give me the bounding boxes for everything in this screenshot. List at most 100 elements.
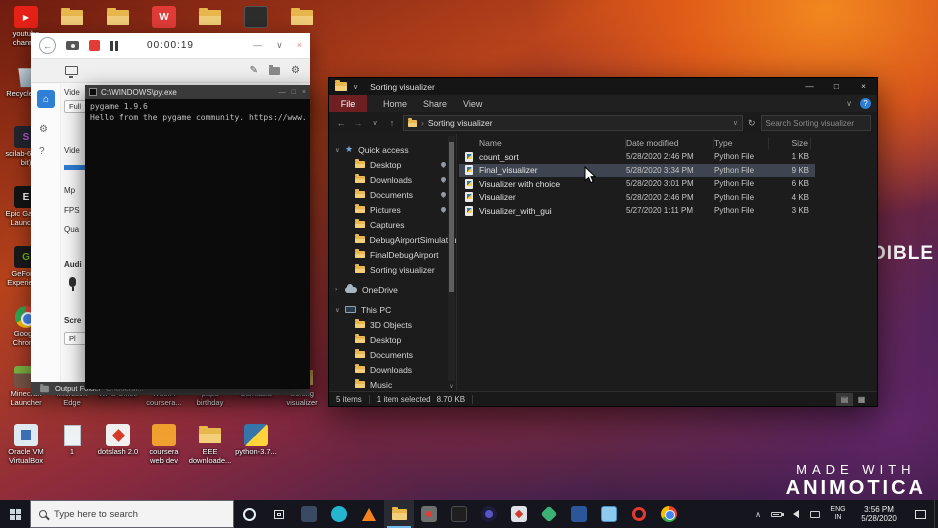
details-view-icon[interactable]: ▤ xyxy=(836,392,853,406)
desktop-icon-virtualbox[interactable]: Oracle VM VirtualBox xyxy=(4,424,48,465)
sidebar-scrollbar[interactable]: ∨ xyxy=(448,136,455,390)
chevron-down-icon[interactable]: ∨ xyxy=(276,40,283,51)
taskbar-app-opera[interactable] xyxy=(624,500,654,528)
minimize-icon[interactable]: — xyxy=(279,89,286,96)
tab-file[interactable]: File xyxy=(329,95,367,112)
file-row-visualizer-with-gui[interactable]: Visualizer_with_gui 5/27/2020 1:11 PM Py… xyxy=(459,204,815,218)
cortana-button[interactable] xyxy=(234,500,264,528)
taskbar-search[interactable] xyxy=(30,500,234,528)
sidebar-item-onedrive[interactable]: › OneDrive xyxy=(329,282,456,297)
address-dropdown-icon[interactable]: ∨ xyxy=(733,119,738,127)
sidebar-item-sorting-visualizer[interactable]: Sorting visualizer xyxy=(329,262,456,277)
pause-button[interactable] xyxy=(110,40,118,51)
gear-icon[interactable]: ⚙ xyxy=(291,65,300,76)
microphone-icon[interactable] xyxy=(69,277,76,291)
close-icon[interactable]: × xyxy=(302,89,306,96)
desktop-icon-dotslash[interactable]: dotslash 2.0 xyxy=(96,424,140,457)
taskbar-app-terminal[interactable] xyxy=(444,500,474,528)
explorer-title-bar[interactable]: ∨ Sorting visualizer — □ × xyxy=(329,78,877,95)
taskbar-app-1[interactable] xyxy=(294,500,324,528)
taskbar-file-explorer[interactable] xyxy=(384,500,414,528)
home-icon[interactable]: ⌂ xyxy=(37,90,55,108)
file-row-count-sort[interactable]: count_sort 5/28/2020 2:46 PM Python File… xyxy=(459,150,815,164)
desktop-icon[interactable] xyxy=(188,6,232,30)
desktop-icon[interactable] xyxy=(142,6,186,30)
back-button[interactable]: ← xyxy=(39,37,56,54)
taskbar-app-chrome[interactable] xyxy=(654,500,684,528)
taskbar-app-eclipse[interactable] xyxy=(474,500,504,528)
sidebar-item-3d-objects[interactable]: 3D Objects xyxy=(329,317,456,332)
taskbar-app-recorder[interactable] xyxy=(414,500,444,528)
file-row-final-visualizer[interactable]: Final_visualizer 5/28/2020 3:34 PM Pytho… xyxy=(459,163,815,177)
desktop-icon-eee-downloads[interactable]: EEE downloade... xyxy=(188,424,232,465)
explorer-search[interactable] xyxy=(760,115,871,131)
show-desktop-button[interactable] xyxy=(934,500,938,528)
minimize-icon[interactable]: — xyxy=(796,78,823,95)
up-icon[interactable]: ↑ xyxy=(386,118,398,128)
taskbar-app-word[interactable] xyxy=(564,500,594,528)
gear-icon[interactable]: ⚙ xyxy=(39,124,48,135)
column-size[interactable]: Size xyxy=(769,136,811,149)
sidebar-item-quick-access[interactable]: ∨ ★ Quick access xyxy=(329,142,456,157)
task-view-button[interactable] xyxy=(264,500,294,528)
quick-access-toolbar-chevron[interactable]: ∨ xyxy=(353,83,358,91)
refresh-icon[interactable]: ↻ xyxy=(748,118,756,129)
file-row-visualizer-with-choice[interactable]: Visualizer with choice 5/28/2020 3:01 PM… xyxy=(459,177,815,191)
taskbar-app-9[interactable] xyxy=(534,500,564,528)
desktop-icon[interactable] xyxy=(280,6,324,30)
volume-icon[interactable] xyxy=(787,500,805,528)
search-input[interactable] xyxy=(54,508,225,520)
close-icon[interactable]: × xyxy=(850,78,877,95)
maximize-icon[interactable]: □ xyxy=(292,89,296,96)
icons-view-icon[interactable]: ▦ xyxy=(853,393,870,406)
taskbar-clock[interactable]: 3:56 PM 5/28/2020 xyxy=(851,500,907,528)
sidebar-item-documents[interactable]: Documents xyxy=(329,187,456,202)
tab-home[interactable]: Home xyxy=(383,99,407,109)
help-icon[interactable]: ? xyxy=(39,146,45,157)
sidebar-item-finaldebugairport[interactable]: FinalDebugAirport xyxy=(329,247,456,262)
stop-record-button[interactable] xyxy=(89,40,100,51)
desktop-icon-python[interactable]: python-3.7... xyxy=(234,424,278,457)
desktop-icon[interactable] xyxy=(50,6,94,30)
desktop-icon[interactable] xyxy=(96,6,140,30)
scroll-down-icon[interactable]: ∨ xyxy=(448,383,455,390)
search-input[interactable] xyxy=(765,118,866,128)
sidebar-item-captures[interactable]: Captures xyxy=(329,217,456,232)
chevron-down-icon[interactable]: ∨ xyxy=(335,306,345,314)
sidebar-item-desktop[interactable]: Desktop xyxy=(329,157,456,172)
language-indicator[interactable]: ENG IN xyxy=(825,500,851,528)
recent-locations-icon[interactable]: ∨ xyxy=(369,119,381,127)
taskbar-app-vlc[interactable] xyxy=(354,500,384,528)
sidebar-item-documents-pc[interactable]: Documents xyxy=(329,347,456,362)
ribbon-expand-icon[interactable]: ∨ xyxy=(846,99,852,108)
close-icon[interactable]: × xyxy=(297,40,302,51)
back-icon[interactable]: ← xyxy=(335,118,347,128)
taskbar-app-2[interactable] xyxy=(324,500,354,528)
sidebar-item-desktop-pc[interactable]: Desktop xyxy=(329,332,456,347)
sidebar-item-downloads[interactable]: Downloads xyxy=(329,172,456,187)
start-button[interactable] xyxy=(0,500,30,528)
pen-icon[interactable]: ✎ xyxy=(250,65,258,76)
scrollbar-thumb[interactable] xyxy=(449,142,454,292)
taskbar-app-11[interactable] xyxy=(594,500,624,528)
file-row-visualizer[interactable]: Visualizer 5/28/2020 2:46 PM Python File… xyxy=(459,191,815,205)
battery-icon[interactable] xyxy=(766,500,787,528)
tab-view[interactable]: View xyxy=(463,99,482,109)
chevron-right-icon[interactable]: › xyxy=(335,286,345,293)
minimize-icon[interactable]: — xyxy=(253,40,262,51)
forward-icon[interactable]: → xyxy=(352,118,364,128)
desktop-icon-coursera-web-dev[interactable]: coursera web dev xyxy=(142,424,186,465)
display-icon[interactable] xyxy=(65,66,78,78)
tab-share[interactable]: Share xyxy=(423,99,447,109)
column-name[interactable]: Name xyxy=(479,136,626,149)
taskbar-app-8[interactable] xyxy=(504,500,534,528)
console-title-bar[interactable]: C:\WINDOWS\py.exe — □ × xyxy=(85,85,310,99)
desktop-icon[interactable] xyxy=(234,6,278,30)
maximize-icon[interactable]: □ xyxy=(823,78,850,95)
column-date-modified[interactable]: Date modified xyxy=(626,136,714,149)
sidebar-item-debugairportsimulation[interactable]: DebugAirportSimulation xyxy=(329,232,456,247)
desktop-icon-1[interactable]: 1 xyxy=(50,424,94,457)
sidebar-item-pictures[interactable]: Pictures xyxy=(329,202,456,217)
action-center-button[interactable] xyxy=(907,500,934,528)
column-type[interactable]: Type xyxy=(714,136,769,149)
